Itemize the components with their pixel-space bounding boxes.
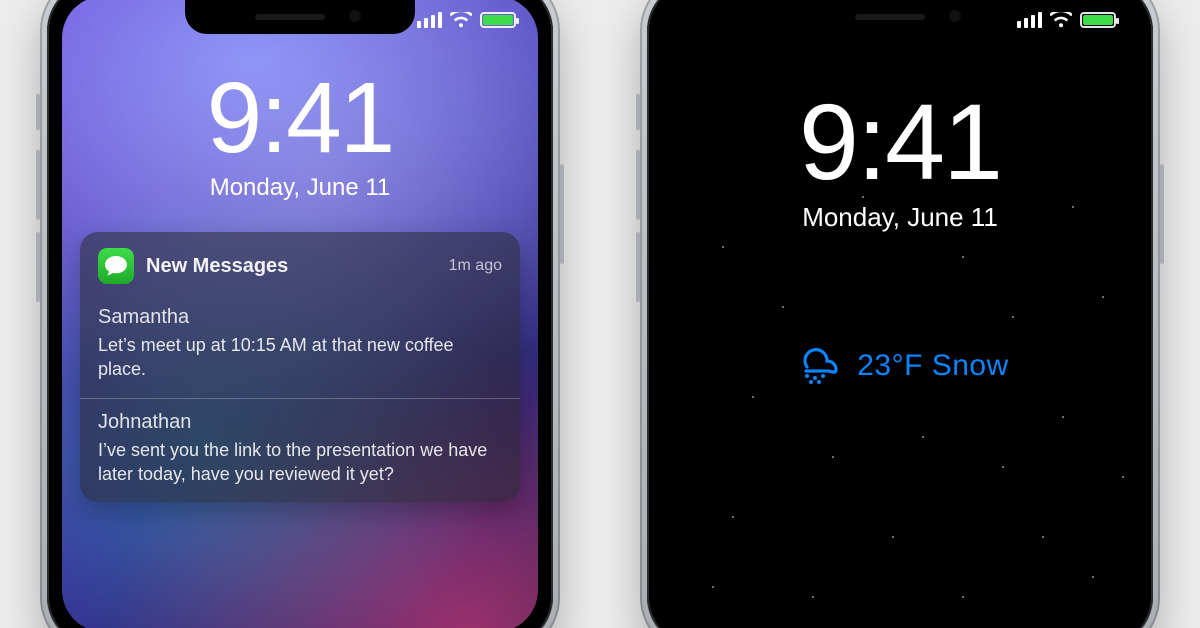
lock-clock: 9:41 Monday, June 11 [62,68,538,202]
status-bar [1017,8,1116,32]
lock-screen-right[interactable]: 9:41 Monday, June 11 23°F Snow [662,0,1138,628]
notification-title: New Messages [146,255,437,278]
battery-icon [1080,12,1116,28]
cellular-icon [417,12,442,28]
wifi-icon [450,12,472,28]
messages-icon [98,248,134,284]
wifi-icon [1050,12,1072,28]
phone-right: 9:41 Monday, June 11 23°F Snow [640,0,1160,628]
lock-time: 9:41 [662,88,1138,196]
notch [785,0,1015,34]
notification-item[interactable]: Samantha Let’s meet up at 10:15 AM at th… [80,294,520,398]
notch [185,0,415,34]
weather-widget[interactable]: 23°F Snow [662,341,1138,390]
cellular-icon [1017,12,1042,28]
notification-item[interactable]: Johnathan I’ve sent you the link to the … [80,398,520,503]
message-preview: I’ve sent you the link to the presentati… [98,438,502,487]
lock-time: 9:41 [62,68,538,168]
notification-group[interactable]: New Messages 1m ago Samantha Let’s meet … [80,232,520,502]
sender-name: Johnathan [98,411,502,434]
lock-clock: 9:41 Monday, June 11 [662,88,1138,233]
lock-date: Monday, June 11 [62,174,538,202]
sender-name: Samantha [98,306,502,329]
snow-icon [791,341,839,390]
battery-icon [480,12,516,28]
notification-time: 1m ago [449,257,502,275]
message-preview: Let’s meet up at 10:15 AM at that new co… [98,333,502,382]
phone-left: 9:41 Monday, June 11 New Messages 1m ago… [40,0,560,628]
lock-date: Monday, June 11 [662,202,1138,233]
status-bar [417,8,516,32]
lock-screen-left[interactable]: 9:41 Monday, June 11 New Messages 1m ago… [62,0,538,628]
weather-text: 23°F Snow [857,349,1009,383]
